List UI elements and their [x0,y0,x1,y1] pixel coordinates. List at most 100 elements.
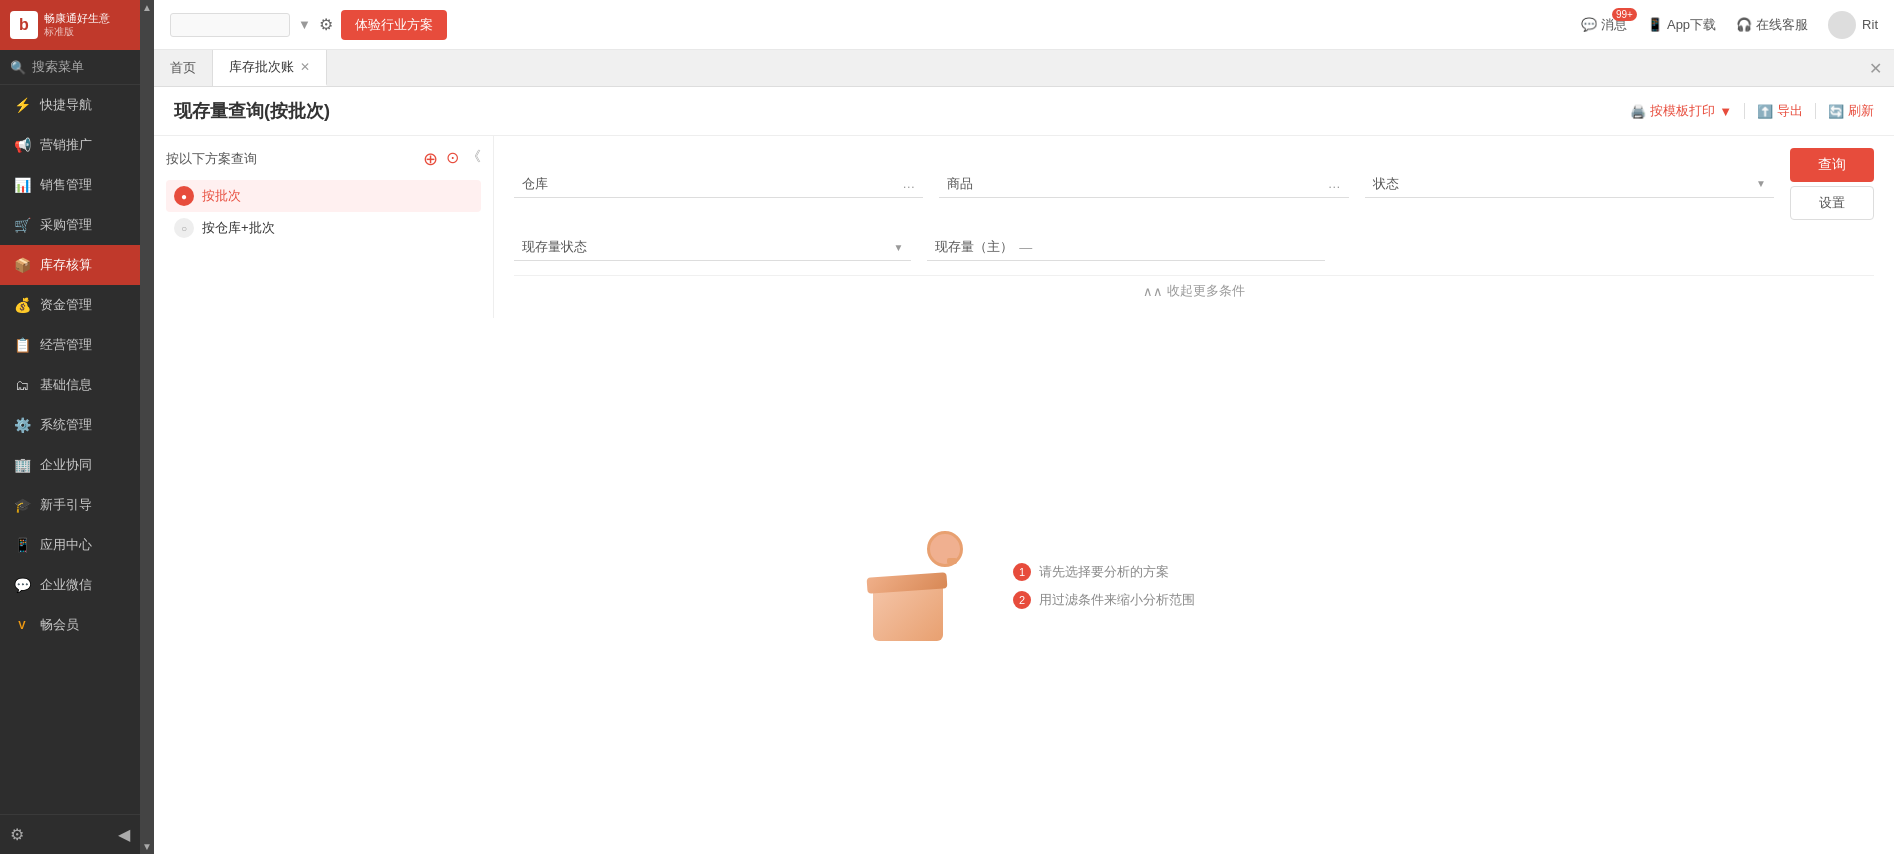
newuser-icon: 🎓 [12,495,32,515]
app-logo: b [10,11,38,39]
sidebar-item-membership[interactable]: V 畅会员 [0,605,140,645]
template-print-button[interactable]: 🖨️ 按模板打印 ▼ [1630,102,1732,120]
sidebar-item-label: 销售管理 [40,176,92,194]
status-select[interactable]: 状态 ▼ [1365,171,1774,198]
warehouse-field: 仓库 … [514,171,923,198]
scheme-item-batch[interactable]: ● 按批次 [166,180,481,212]
status-field: 状态 ▼ [1365,171,1774,198]
tab-close-icon[interactable]: ✕ [300,60,310,74]
filter-scheme-panel: 按以下方案查询 ⊕ ⊙ 《 ● 按批次 ○ 按仓库+批次 [154,136,494,318]
filter-scheme-label: 按以下方案查询 [166,150,257,168]
stock-qty-label: 现存量（主） [935,238,1013,256]
add-scheme-icon[interactable]: ⊕ [423,148,438,170]
filter-panel: 按以下方案查询 ⊕ ⊙ 《 ● 按批次 ○ 按仓库+批次 [154,136,1894,318]
print-dropdown-icon[interactable]: ▼ [1719,104,1732,119]
sidebar-header: b 畅康通好生意 标准版 [0,0,140,50]
warehouse-more-icon[interactable]: … [902,176,915,191]
filter-scheme-actions: ⊕ ⊙ 《 [423,148,481,170]
user-action[interactable]: Rit [1828,11,1878,39]
sidebar-item-operation[interactable]: 📋 经营管理 [0,325,140,365]
app-subtitle: 标准版 [44,25,110,39]
stock-qty-range: 现存量（主） — [927,234,1324,261]
tabs-close-all-button[interactable]: ✕ [1857,50,1894,86]
sidebar-item-inventory[interactable]: 📦 库存核算 [0,245,140,285]
topbar-search-input[interactable] [170,13,290,37]
filter-fields-panel: 仓库 … 商品 … 状态 [494,136,1894,318]
status-label: 状态 [1373,175,1399,193]
status-dropdown-icon[interactable]: ▼ [1756,178,1766,189]
sidebar-item-finance[interactable]: 💰 资金管理 [0,285,140,325]
stock-status-dropdown-icon[interactable]: ▼ [893,242,903,253]
settings-button[interactable]: 设置 [1790,186,1874,220]
sidebar-item-system[interactable]: ⚙️ 系统管理 [0,405,140,445]
hint-text-2: 用过滤条件来缩小分析范围 [1039,591,1195,609]
experience-button[interactable]: 体验行业方案 [341,10,447,40]
sidebar-item-wxwork[interactable]: 💬 企业微信 [0,565,140,605]
scroll-down-arrow[interactable]: ▼ [142,841,152,852]
product-label: 商品 [947,175,973,193]
topbar-right: 💬 消息 99+ 📱 App下载 🎧 在线客服 Rit [1581,11,1878,39]
app-download-label: App下载 [1667,16,1716,34]
settings-icon[interactable]: ⚙ [10,825,24,844]
sidebar-item-quick-nav[interactable]: ⚡ 快捷导航 [0,85,140,125]
collapse-conditions-button[interactable]: ∧∧ 收起更多条件 [514,275,1874,306]
filter-row-2: 现存量状态 ▼ 现存量（主） — [514,234,1874,261]
product-input[interactable] [977,176,1327,191]
close-all-icon: ✕ [1869,59,1882,78]
export-icon: ⬆️ [1757,104,1773,119]
topbar-left: ▼ ⚙ 体验行业方案 [170,10,1569,40]
sidebar: b 畅康通好生意 标准版 🔍 搜索菜单 ⚡ 快捷导航 📢 营销推广 📊 销售管理… [0,0,140,854]
product-field: 商品 … [939,171,1348,198]
query-btn-container: 查询 设置 [1790,148,1874,220]
purchase-icon: 🛒 [12,215,32,235]
sidebar-item-purchase[interactable]: 🛒 采购管理 [0,205,140,245]
headset-icon: 🎧 [1736,17,1752,32]
scheme-settings-icon[interactable]: ⊙ [446,148,459,170]
tab-inventory-batch-label: 库存批次账 [229,58,294,76]
sidebar-item-appcenter[interactable]: 📱 应用中心 [0,525,140,565]
stock-status-select[interactable]: 现存量状态 ▼ [514,234,911,261]
sidebar-item-basic[interactable]: 🗂 基础信息 [0,365,140,405]
sidebar-item-label: 企业协同 [40,456,92,474]
export-button[interactable]: ⬆️ 导出 [1757,102,1803,120]
sidebar-item-sales[interactable]: 📊 销售管理 [0,165,140,205]
sidebar-item-newuser[interactable]: 🎓 新手引导 [0,485,140,525]
wxwork-icon: 💬 [12,575,32,595]
sidebar-item-marketing[interactable]: 📢 营销推广 [0,125,140,165]
product-more-icon[interactable]: … [1328,176,1341,191]
sidebar-item-label: 库存核算 [40,256,92,274]
collapse-icon[interactable]: ◀ [118,825,130,844]
refresh-icon: 🔄 [1828,104,1844,119]
scroll-up-arrow[interactable]: ▲ [142,2,152,13]
sidebar-item-label: 系统管理 [40,416,92,434]
tab-home[interactable]: 首页 [154,50,213,86]
online-service-label: 在线客服 [1756,16,1808,34]
filter-scheme-header: 按以下方案查询 ⊕ ⊙ 《 [166,148,481,170]
scheme-collapse-icon[interactable]: 《 [467,148,481,170]
online-service-action[interactable]: 🎧 在线客服 [1736,16,1808,34]
empty-hint-1: 1 请先选择要分析的方案 [1013,563,1195,581]
sales-icon: 📊 [12,175,32,195]
inventory-icon: 📦 [12,255,32,275]
tab-inventory-batch[interactable]: 库存批次账 ✕ [213,50,327,86]
scheme-item-warehouse-batch[interactable]: ○ 按仓库+批次 [166,212,481,244]
main-area: ▼ ⚙ 体验行业方案 💬 消息 99+ 📱 App下载 🎧 在线客服 Rit [154,0,1894,854]
warehouse-input[interactable] [552,176,902,191]
sidebar-scrollbar: ▲ ▼ [140,0,154,854]
topbar-gear-icon[interactable]: ⚙ [319,15,333,34]
empty-hints: 1 请先选择要分析的方案 2 用过滤条件来缩小分析范围 [1013,563,1195,609]
hint-num-2: 2 [1013,591,1031,609]
refresh-button[interactable]: 🔄 刷新 [1828,102,1874,120]
topbar-chevron-icon[interactable]: ▼ [298,17,311,32]
sidebar-item-enterprise[interactable]: 🏢 企业协同 [0,445,140,485]
warehouse-input-container[interactable]: 仓库 … [514,171,923,198]
message-action[interactable]: 💬 消息 99+ [1581,16,1627,34]
product-input-container[interactable]: 商品 … [939,171,1348,198]
sidebar-item-label: 经营管理 [40,336,92,354]
scheme-active-icon: ● [174,186,194,206]
sidebar-search[interactable]: 🔍 搜索菜单 [0,50,140,85]
stock-qty-field: 现存量（主） — [927,234,1324,261]
query-button[interactable]: 查询 [1790,148,1874,182]
quick-nav-icon: ⚡ [12,95,32,115]
app-download-action[interactable]: 📱 App下载 [1647,16,1716,34]
